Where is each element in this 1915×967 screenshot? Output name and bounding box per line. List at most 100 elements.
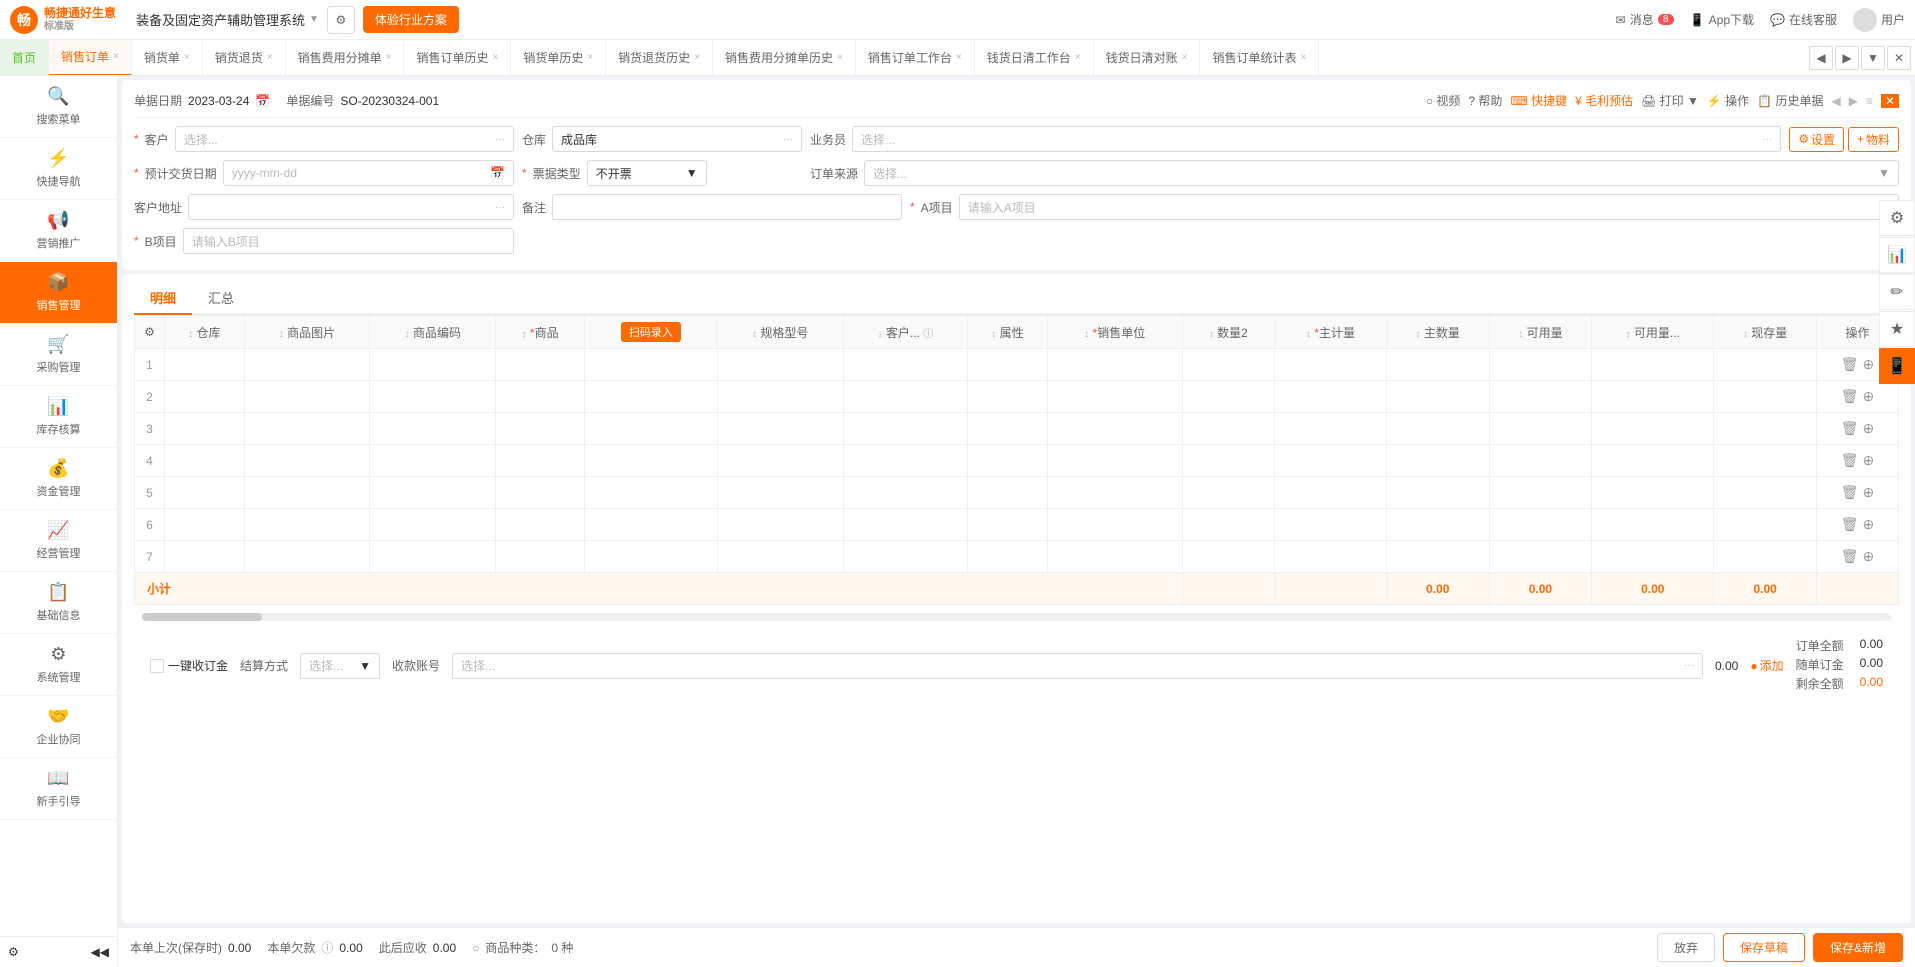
col-available[interactable]: ↕ 可用量	[1489, 316, 1592, 349]
checkbox-icon[interactable]	[150, 659, 164, 673]
help-link[interactable]: ? 帮助	[1468, 92, 1502, 109]
tab-sales-expense[interactable]: 销售费用分摊单 ×	[286, 40, 405, 76]
salesperson-input[interactable]: 选择... ···	[852, 126, 1781, 152]
history-link[interactable]: 📋 历史单据	[1757, 92, 1823, 109]
close-icon[interactable]: ×	[1075, 52, 1081, 63]
account-more-icon[interactable]: ···	[1684, 660, 1694, 671]
profit-link[interactable]: ¥ 毛利预估	[1575, 92, 1633, 109]
close-icon[interactable]: ×	[587, 52, 593, 63]
tab-home[interactable]: 首页	[0, 40, 49, 76]
close-icon[interactable]: ×	[113, 51, 119, 62]
sidebar-item-guide[interactable]: 📖 新手引导	[0, 758, 117, 820]
col-unit[interactable]: ↕ *销售单位	[1047, 316, 1182, 349]
close-icon[interactable]: ×	[386, 52, 392, 63]
customer-input[interactable]: 选择... ···	[175, 126, 514, 152]
row-name[interactable]	[496, 349, 585, 381]
sidebar-item-basic[interactable]: 📋 基础信息	[0, 572, 117, 634]
warehouse-input[interactable]: 成品库 ···	[552, 126, 802, 152]
address-input[interactable]: ···	[188, 194, 514, 220]
salesperson-more-icon[interactable]: ···	[1762, 134, 1772, 145]
row-qty2[interactable]	[1182, 349, 1274, 381]
delete-row-button[interactable]: 🗑	[1841, 452, 1859, 469]
a-project-input[interactable]: 请输入A项目	[959, 194, 1899, 220]
nav-prev-icon[interactable]: ◀	[1831, 94, 1840, 108]
delete-row-button[interactable]: 🗑	[1841, 356, 1859, 373]
col-available2[interactable]: ↕ 可用量...	[1592, 316, 1714, 349]
close-icon[interactable]: ×	[694, 52, 700, 63]
close-icon[interactable]: ×	[1300, 52, 1306, 63]
delete-row-button[interactable]: 🗑	[1841, 420, 1859, 437]
row-attr[interactable]	[968, 349, 1048, 381]
save-draft-button[interactable]: 保存草稿	[1723, 933, 1805, 962]
scan-button[interactable]: 扫码录入	[621, 322, 681, 342]
sidebar-item-inventory[interactable]: 📊 库存核算	[0, 386, 117, 448]
tabs-next-button[interactable]: ▶	[1835, 46, 1859, 70]
col-stock[interactable]: ↕ 现存量	[1714, 316, 1817, 349]
row-spec[interactable]	[717, 349, 843, 381]
scroll-thumb[interactable]	[142, 613, 262, 621]
row-code[interactable]	[370, 349, 496, 381]
app-download-button[interactable]: 📱 App下载	[1690, 11, 1754, 28]
col-qty2[interactable]: ↕ 数量2	[1182, 316, 1274, 349]
col-customer-code[interactable]: ↕ 客户... ⓘ	[843, 316, 968, 349]
save-new-button[interactable]: 保存&新增	[1813, 933, 1903, 962]
delete-row-button[interactable]: 🗑	[1841, 516, 1859, 533]
copy-row-button[interactable]: ⊕	[1863, 420, 1875, 437]
sidebar-item-quick-nav[interactable]: ⚡ 快捷导航	[0, 138, 117, 200]
row-main-qty[interactable]	[1386, 349, 1489, 381]
sidebar-item-marketing[interactable]: 📢 营销推广	[0, 200, 117, 262]
industry-button[interactable]: 体验行业方案	[363, 6, 459, 33]
sidebar-item-sales[interactable]: 📦 销售管理	[0, 262, 117, 324]
tab-sales-stats[interactable]: 销售订单统计表 ×	[1200, 40, 1319, 76]
settings-button[interactable]: ⚙	[327, 6, 355, 34]
sidebar-item-system[interactable]: ⚙ 系统管理	[0, 634, 117, 696]
tab-expense-history[interactable]: 销售费用分摊单历史 ×	[713, 40, 856, 76]
close-icon[interactable]: ×	[267, 52, 273, 63]
col-settings[interactable]: ⚙	[135, 316, 165, 349]
sidebar-item-search[interactable]: 🔍 搜索菜单	[0, 76, 117, 138]
row-customer-code[interactable]	[843, 349, 968, 381]
col-code[interactable]: ↕ 商品编码	[370, 316, 496, 349]
copy-row-button[interactable]: ⊕	[1863, 516, 1875, 533]
close-icon[interactable]: ×	[1182, 52, 1188, 63]
sidebar-item-purchase[interactable]: 🛒 采购管理	[0, 324, 117, 386]
calendar-icon[interactable]: 📅	[255, 94, 270, 108]
close-icon[interactable]: ×	[837, 52, 843, 63]
col-name[interactable]: ↕ *商品	[496, 316, 585, 349]
row-stock[interactable]	[1714, 349, 1817, 381]
shortcut-link[interactable]: ⌨ 快捷键	[1510, 92, 1567, 109]
row-warehouse[interactable]	[165, 349, 245, 381]
b-project-input[interactable]: 请输入B项目	[183, 228, 514, 254]
delete-row-button[interactable]: 🗑	[1841, 484, 1859, 501]
operations-link[interactable]: ⚡ 操作	[1707, 92, 1749, 109]
message-button[interactable]: ✉ 消息 8	[1616, 11, 1674, 28]
collapse-icon[interactable]: ◀◀	[91, 945, 109, 959]
col-scan[interactable]: 扫码录入	[584, 316, 717, 349]
print-link[interactable]: 🖨 打印 ▼	[1641, 92, 1699, 109]
tab-detail[interactable]: 明细	[134, 282, 192, 315]
discard-button[interactable]: 放弃	[1657, 933, 1715, 962]
right-settings-button[interactable]: ⚙	[1879, 200, 1915, 236]
tab-daily-workbench[interactable]: 钱货日清工作台 ×	[975, 40, 1094, 76]
tab-sales-order[interactable]: 销售订单 ×	[49, 40, 132, 76]
col-warehouse[interactable]: ↕ 仓库	[165, 316, 245, 349]
copy-row-button[interactable]: ⊕	[1863, 548, 1875, 565]
tab-return-history[interactable]: 销货退货历史 ×	[606, 40, 713, 76]
tab-goods-history[interactable]: 销货单历史 ×	[511, 40, 606, 76]
close-icon[interactable]: ×	[184, 52, 190, 63]
row-available[interactable]	[1489, 349, 1592, 381]
delete-row-button[interactable]: 🗑	[1841, 388, 1859, 405]
customer-more-icon[interactable]: ···	[495, 134, 505, 145]
col-attr[interactable]: ↕ 属性	[968, 316, 1048, 349]
row-main-unit[interactable]	[1275, 349, 1387, 381]
tab-daily-reconcile[interactable]: 钱货日清对账 ×	[1094, 40, 1201, 76]
payment-method-select[interactable]: 选择... ▼	[300, 653, 380, 679]
delete-row-button[interactable]: 🗑	[1841, 548, 1859, 565]
user-button[interactable]: 用户	[1853, 8, 1905, 32]
list-view-icon[interactable]: ≡	[1866, 94, 1873, 108]
invoice-type-select[interactable]: 不开票 ▼	[587, 160, 707, 186]
tab-sales-return[interactable]: 销货退货 ×	[203, 40, 286, 76]
sidebar-item-finance[interactable]: 💰 资金管理	[0, 448, 117, 510]
horizontal-scrollbar[interactable]	[142, 613, 1891, 621]
copy-row-button[interactable]: ⊕	[1863, 388, 1875, 405]
